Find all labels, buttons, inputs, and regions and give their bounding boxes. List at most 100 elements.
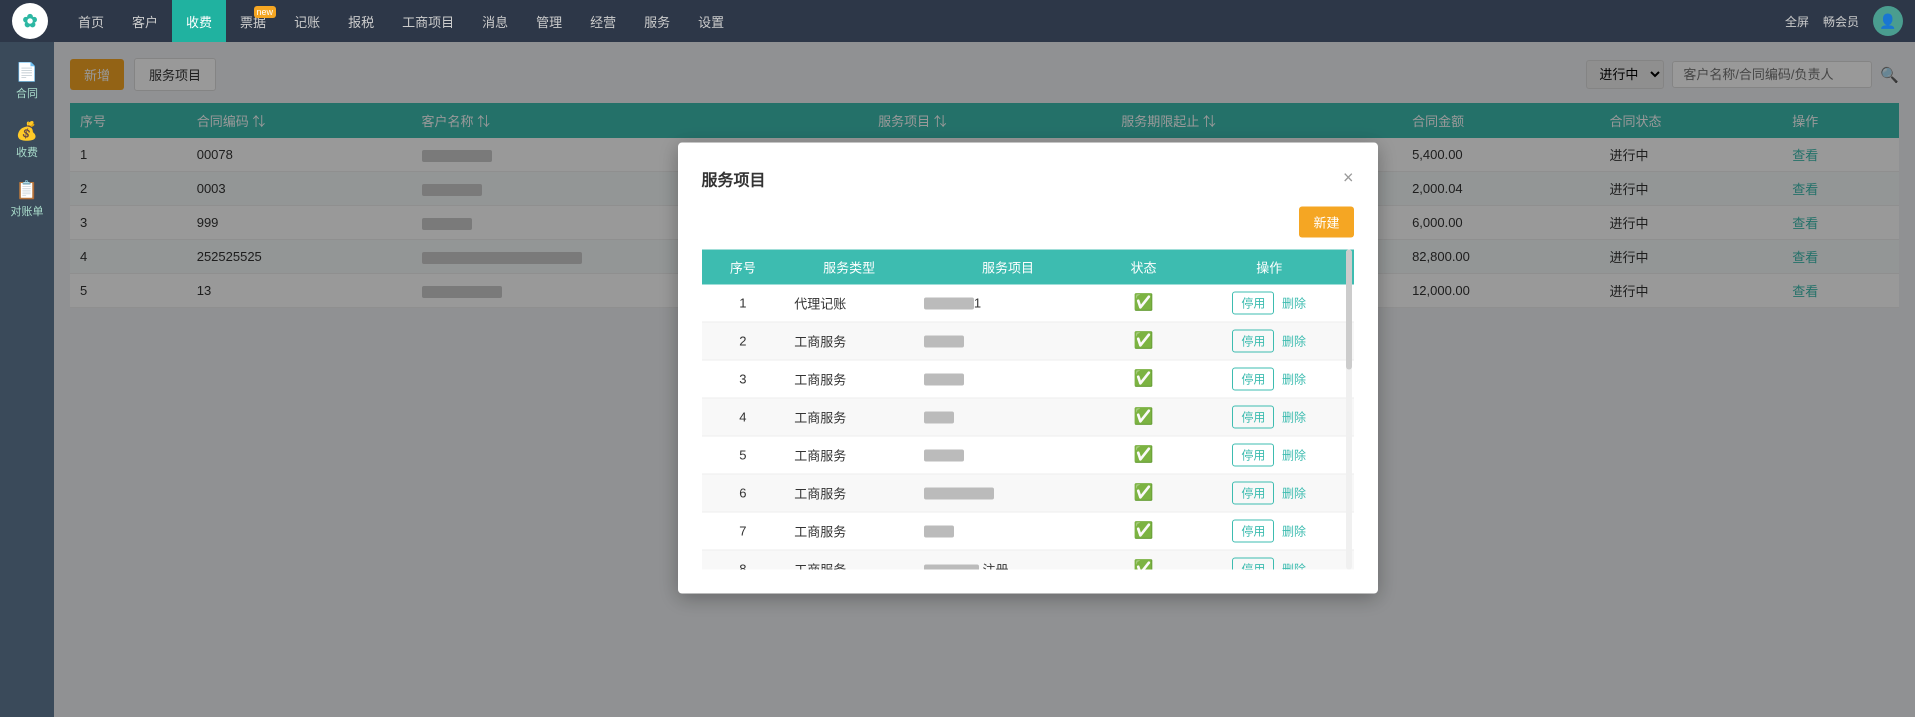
- modal-table-row: 1 代理记账 1 ✅ 停用 删除: [702, 284, 1354, 322]
- modal-cell-status: ✅: [1102, 398, 1185, 436]
- delete-button[interactable]: 删除: [1282, 332, 1306, 349]
- stop-button[interactable]: 停用: [1232, 367, 1274, 390]
- modal-cell-action: 停用 删除: [1185, 474, 1354, 512]
- status-check-icon: ✅: [1134, 295, 1154, 312]
- modal-cell-action: 停用 删除: [1185, 398, 1354, 436]
- modal-header: 服务项目 ×: [702, 166, 1354, 190]
- modal-cell-type: 工商服务: [784, 512, 914, 550]
- nav-item-message[interactable]: 消息: [468, 0, 522, 42]
- nav-item-business[interactable]: 工商项目: [388, 0, 468, 42]
- modal-cell-type: 工商服务: [784, 436, 914, 474]
- modal-table-row: 3 工商服务 ✅ 停用 删除: [702, 360, 1354, 398]
- logo-icon: ✿: [12, 3, 48, 39]
- contract-icon: 📄: [16, 62, 38, 83]
- top-nav: ✿ 首页 客户 收费 票据 new 记账 报税 工商项目 消息 管理 经营 服务…: [0, 0, 1915, 42]
- sidebar-item-fee[interactable]: 💰 收费: [0, 111, 54, 170]
- modal-col-item: 服务项目: [914, 249, 1102, 284]
- member-label[interactable]: 畅会员: [1823, 13, 1859, 30]
- service-table: 序号 服务类型 服务项目 状态 操作 1 代理记账 1 ✅ 停用 删除 2 工商…: [702, 249, 1354, 569]
- nav-item-tax[interactable]: 报税: [334, 0, 388, 42]
- avatar[interactable]: 👤: [1873, 6, 1903, 36]
- delete-button[interactable]: 删除: [1282, 560, 1306, 569]
- modal-col-action: 操作: [1185, 249, 1354, 284]
- status-check-icon: ✅: [1134, 523, 1154, 540]
- modal-new-button[interactable]: 新建: [1299, 206, 1353, 237]
- modal-cell-status: ✅: [1102, 322, 1185, 360]
- modal-toolbar: 新建: [702, 206, 1354, 237]
- modal-cell-no: 1: [702, 284, 785, 322]
- modal-cell-status: ✅: [1102, 360, 1185, 398]
- nav-item-invoice[interactable]: 票据 new: [226, 0, 280, 42]
- modal-cell-item: [914, 436, 1102, 474]
- modal-cell-item: [914, 360, 1102, 398]
- scrollbar-track[interactable]: [1346, 249, 1352, 569]
- modal-cell-action: 停用 删除: [1185, 360, 1354, 398]
- modal-cell-no: 4: [702, 398, 785, 436]
- nav-item-client[interactable]: 客户: [118, 0, 172, 42]
- modal-cell-action: 停用 删除: [1185, 512, 1354, 550]
- nav-item-settings[interactable]: 设置: [684, 0, 738, 42]
- delete-button[interactable]: 删除: [1282, 408, 1306, 425]
- modal-col-no: 序号: [702, 249, 785, 284]
- stop-button[interactable]: 停用: [1232, 481, 1274, 504]
- nav-item-service[interactable]: 服务: [630, 0, 684, 42]
- modal-cell-type: 工商服务: [784, 322, 914, 360]
- modal-cell-type: 工商服务: [784, 474, 914, 512]
- scrollbar-thumb[interactable]: [1346, 249, 1352, 369]
- delete-button[interactable]: 删除: [1282, 522, 1306, 539]
- modal-cell-action: 停用 删除: [1185, 284, 1354, 322]
- nav-item-manage[interactable]: 管理: [522, 0, 576, 42]
- status-check-icon: ✅: [1134, 485, 1154, 502]
- delete-button[interactable]: 删除: [1282, 446, 1306, 463]
- modal-cell-status: ✅: [1102, 550, 1185, 569]
- reconciliation-icon: 📋: [16, 180, 38, 201]
- sidebar-item-contract[interactable]: 📄 合同: [0, 52, 54, 111]
- nav-item-fee[interactable]: 收费: [172, 0, 226, 42]
- modal-table-row: 4 工商服务 ✅ 停用 删除: [702, 398, 1354, 436]
- nav-item-home[interactable]: 首页: [64, 0, 118, 42]
- stop-button[interactable]: 停用: [1232, 443, 1274, 466]
- sidebar-item-reconciliation[interactable]: 📋 对账单: [0, 170, 54, 229]
- sidebar-item-fee-label: 收费: [16, 144, 38, 160]
- delete-button[interactable]: 删除: [1282, 294, 1306, 311]
- delete-button[interactable]: 删除: [1282, 370, 1306, 387]
- status-check-icon: ✅: [1134, 371, 1154, 388]
- modal-table-row: 8 工商服务 注册 ✅ 停用 删除: [702, 550, 1354, 569]
- modal-table-row: 2 工商服务 ✅ 停用 删除: [702, 322, 1354, 360]
- modal-cell-no: 2: [702, 322, 785, 360]
- stop-button[interactable]: 停用: [1232, 329, 1274, 352]
- fullscreen-label[interactable]: 全屏: [1785, 13, 1809, 30]
- sidebar-item-contract-label: 合同: [16, 85, 38, 101]
- service-items-modal: 服务项目 × 新建 序号 服务类型 服务项目 状态 操作 1 代理记账 1 ✅ …: [678, 142, 1378, 593]
- modal-cell-no: 6: [702, 474, 785, 512]
- new-badge: new: [254, 6, 277, 18]
- modal-cell-type: 工商服务: [784, 550, 914, 569]
- modal-cell-status: ✅: [1102, 474, 1185, 512]
- stop-button[interactable]: 停用: [1232, 557, 1274, 569]
- modal-cell-status: ✅: [1102, 284, 1185, 322]
- modal-cell-action: 停用 删除: [1185, 550, 1354, 569]
- modal-cell-status: ✅: [1102, 512, 1185, 550]
- stop-button[interactable]: 停用: [1232, 405, 1274, 428]
- delete-button[interactable]: 删除: [1282, 484, 1306, 501]
- top-nav-right: 全屏 畅会员 👤: [1785, 6, 1903, 36]
- nav-item-operation[interactable]: 经营: [576, 0, 630, 42]
- stop-button[interactable]: 停用: [1232, 291, 1274, 314]
- modal-cell-type: 工商服务: [784, 360, 914, 398]
- modal-cell-type: 代理记账: [784, 284, 914, 322]
- modal-cell-no: 5: [702, 436, 785, 474]
- modal-close-button[interactable]: ×: [1343, 168, 1354, 189]
- modal-cell-item: [914, 322, 1102, 360]
- status-check-icon: ✅: [1134, 447, 1154, 464]
- sidebar-item-reconciliation-label: 对账单: [11, 203, 44, 219]
- status-check-icon: ✅: [1134, 333, 1154, 350]
- modal-cell-no: 3: [702, 360, 785, 398]
- modal-table-row: 6 工商服务 ✅ 停用 删除: [702, 474, 1354, 512]
- modal-table-row: 5 工商服务 ✅ 停用 删除: [702, 436, 1354, 474]
- modal-title: 服务项目: [702, 166, 766, 190]
- status-check-icon: ✅: [1134, 561, 1154, 569]
- modal-cell-status: ✅: [1102, 436, 1185, 474]
- modal-header-row: 序号 服务类型 服务项目 状态 操作: [702, 249, 1354, 284]
- nav-item-bookkeeping[interactable]: 记账: [280, 0, 334, 42]
- stop-button[interactable]: 停用: [1232, 519, 1274, 542]
